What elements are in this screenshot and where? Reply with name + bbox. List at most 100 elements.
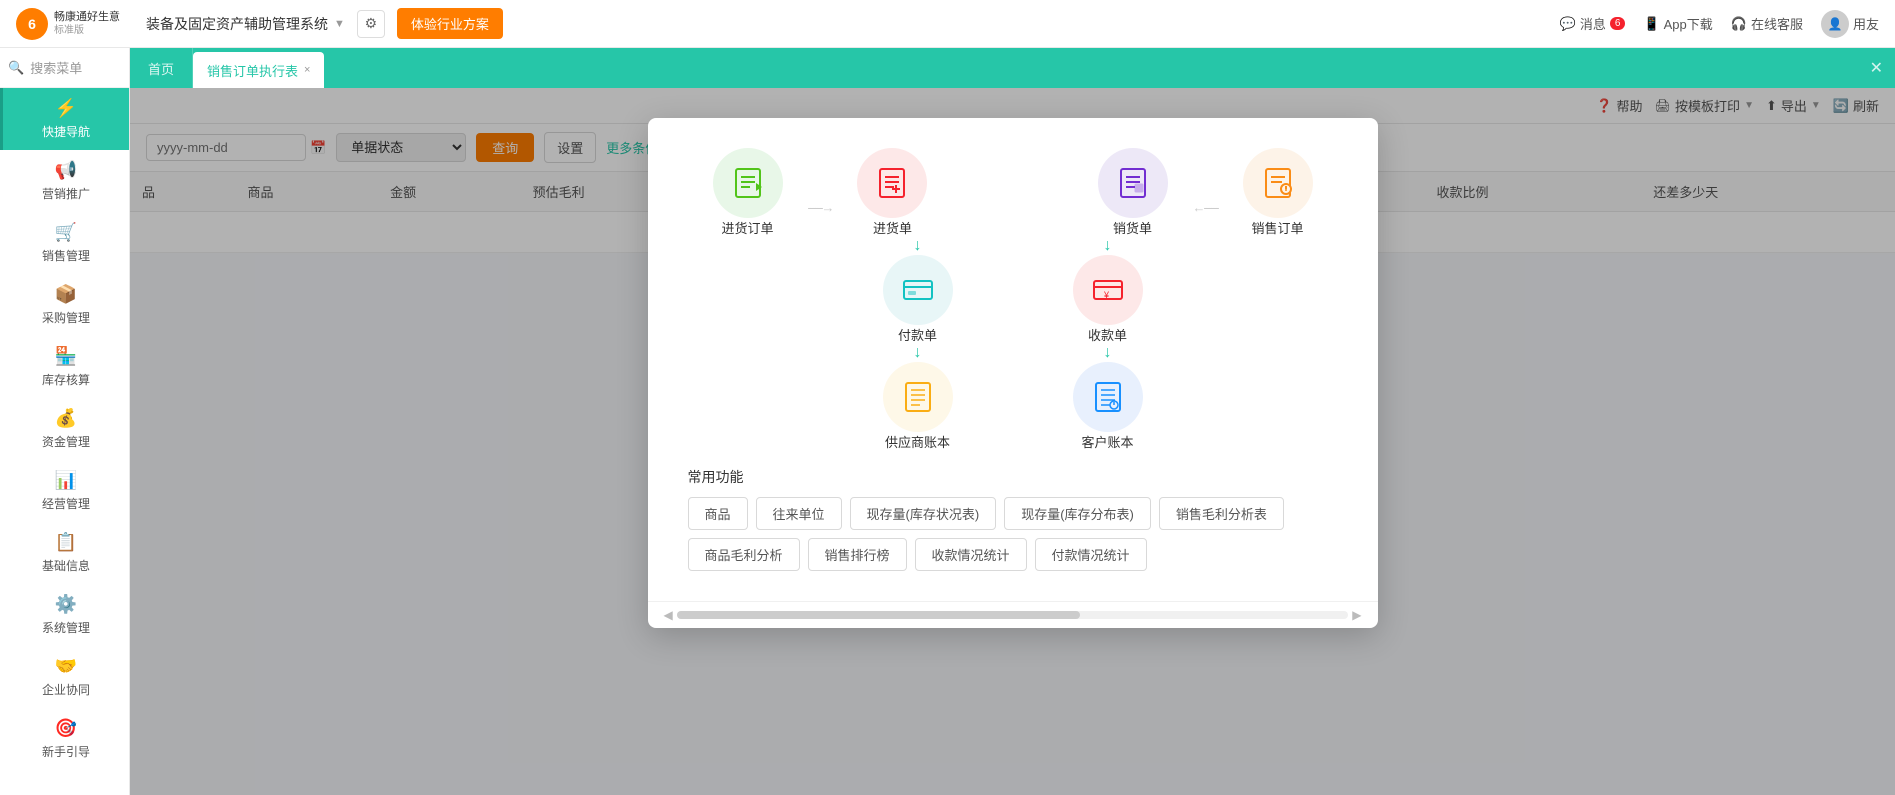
flow-modal: 进货订单 ------→ bbox=[648, 118, 1378, 628]
tab-sales-execution[interactable]: 销售订单执行表 × bbox=[193, 52, 324, 88]
tab-bar-close-button[interactable]: ✕ bbox=[1870, 58, 1883, 78]
func-btn-商品毛利分析[interactable]: 商品毛利分析 bbox=[688, 538, 800, 571]
sidebar-item-quick-nav[interactable]: ⚡ 快捷导航 bbox=[0, 88, 129, 150]
enterprise-icon: 🤝 bbox=[55, 656, 77, 677]
purchase-order-col: 进货订单 bbox=[688, 148, 808, 237]
purchase-bill-label: 进货单 bbox=[873, 218, 912, 237]
sidebar-item-operations[interactable]: 📊 经营管理 bbox=[0, 460, 129, 522]
customer-account-label: 客户账本 bbox=[1081, 432, 1133, 451]
phone-icon: 📱 bbox=[1643, 16, 1659, 32]
sb-down-arrow: ↓ bbox=[1048, 237, 1168, 255]
scrollbar-thumb bbox=[677, 611, 1080, 619]
sidebar-item-guide[interactable]: 🎯新手引导 bbox=[0, 708, 129, 770]
supplier-account-label: 供应商账本 bbox=[885, 432, 950, 451]
top-bar: 6 畅康通好生意 标准版 装备及固定资产辅助管理系统 ▼ ⚙ 体验行业方案 💬 … bbox=[0, 0, 1895, 48]
quick-nav-icon: ⚡ bbox=[55, 98, 77, 119]
pay-down-arrow: ↓ bbox=[858, 344, 978, 362]
func-btn-商品[interactable]: 商品 bbox=[688, 497, 748, 530]
sidebar-item-inventory[interactable]: 🏪库存核算 bbox=[0, 336, 129, 398]
payment-bill-icon bbox=[883, 255, 953, 325]
sidebar-item-label-purchase: 采购管理 bbox=[42, 309, 90, 326]
purchase-order-label: 进货订单 bbox=[721, 218, 773, 237]
guide-icon: 🎯 bbox=[55, 718, 77, 739]
sidebar-item-enterprise[interactable]: 🤝企业协同 bbox=[0, 646, 129, 708]
sidebar-item-system[interactable]: ⚙️系统管理 bbox=[0, 584, 129, 646]
sales-icon: 🛒 bbox=[55, 222, 77, 243]
sidebar-item-label-finance: 资金管理 bbox=[42, 433, 90, 450]
tab-home[interactable]: 首页 bbox=[130, 48, 193, 88]
rec-down-arrow: ↓ bbox=[1048, 344, 1168, 362]
app-download-button[interactable]: 📱 App下载 bbox=[1643, 14, 1712, 33]
sidebar-item-basic-info[interactable]: 📋基础信息 bbox=[0, 522, 129, 584]
sales-order-col: 销售订单 bbox=[1218, 148, 1338, 237]
logo-area: 6 畅康通好生意 标准版 bbox=[16, 8, 134, 40]
scroll-right-button[interactable]: ▶ bbox=[1352, 608, 1361, 622]
operations-icon: 📊 bbox=[55, 470, 77, 491]
func-btn-往来单位[interactable]: 往来单位 bbox=[756, 497, 842, 530]
func-btn-付款情况统计[interactable]: 付款情况统计 bbox=[1035, 538, 1147, 571]
receipt-bill-icon: ¥ bbox=[1073, 255, 1143, 325]
func-btn-现存量库存状况表[interactable]: 现存量(库存状况表) bbox=[850, 497, 997, 530]
supplier-account-col: 供应商账本 bbox=[858, 362, 978, 451]
main-area: 🔍 搜索菜单 ⚡ 快捷导航 📢营销推广 🛒 销售管理 📦 采购管理 🏪库存核算💰资金管理 📊 经营… bbox=[0, 48, 1895, 795]
experience-button[interactable]: 体验行业方案 bbox=[397, 8, 503, 39]
headset-icon: 🎧 bbox=[1731, 16, 1747, 32]
online-service-button[interactable]: 🎧 在线客服 bbox=[1731, 14, 1803, 33]
down-arrows-row2: ↓ ↓ bbox=[688, 344, 1338, 362]
purchase-bill-icon bbox=[857, 148, 927, 218]
avatar: 👤 bbox=[1821, 10, 1849, 38]
sidebar-item-label-marketing: 营销推广 bbox=[42, 185, 90, 202]
logo-icon: 6 bbox=[16, 8, 48, 40]
settings-button[interactable]: ⚙ bbox=[357, 10, 385, 38]
sidebar-item-finance[interactable]: 💰资金管理 bbox=[0, 398, 129, 460]
func-btn-现存量库存分布表[interactable]: 现存量(库存分布表) bbox=[1004, 497, 1151, 530]
basic-info-icon: 📋 bbox=[55, 532, 77, 553]
payment-receipt-row: 付款单 ¥ 收款单 bbox=[688, 255, 1338, 344]
down-arrows-row1: ↓ ↓ bbox=[688, 237, 1338, 255]
customer-account-icon bbox=[1073, 362, 1143, 432]
common-functions: 常用功能 商品往来单位现存量(库存状况表)现存量(库存分布表)销售毛利分析表商品… bbox=[688, 467, 1338, 571]
scrollbar-track[interactable] bbox=[677, 611, 1349, 619]
common-functions-title: 常用功能 bbox=[688, 467, 1338, 487]
search-menu-area[interactable]: 🔍 搜索菜单 bbox=[0, 48, 129, 88]
payment-bill-col: 付款单 bbox=[858, 255, 978, 344]
search-icon: 🔍 bbox=[8, 60, 24, 76]
user-button[interactable]: 👤 用友 bbox=[1821, 10, 1879, 38]
content-area: 首页 销售订单执行表 × ✕ ❓ 帮助 🖨 按 bbox=[130, 48, 1895, 795]
purchase-icon: 📦 bbox=[55, 284, 77, 305]
payment-bill-label: 付款单 bbox=[898, 325, 937, 344]
flow-diagram: 进货订单 ------→ bbox=[688, 148, 1338, 451]
sidebar-item-label-sales: 销售管理 bbox=[42, 247, 90, 264]
purchase-order-icon bbox=[713, 148, 783, 218]
message-icon: 💬 bbox=[1560, 16, 1576, 32]
message-button[interactable]: 💬 消息 6 bbox=[1560, 14, 1626, 33]
arrow-po-to-pb: ------→ bbox=[808, 200, 833, 215]
system-title: 装备及固定资产辅助管理系统 ▼ bbox=[146, 14, 345, 34]
sidebar-item-label-operations: 经营管理 bbox=[42, 495, 90, 512]
system-dropdown-arrow[interactable]: ▼ bbox=[334, 18, 345, 30]
sales-bill-icon bbox=[1098, 148, 1168, 218]
sidebar-item-purchase[interactable]: 📦 采购管理 bbox=[0, 274, 129, 336]
logo-text: 畅康通好生意 标准版 bbox=[54, 10, 120, 37]
receipt-bill-col: ¥ 收款单 bbox=[1048, 255, 1168, 344]
sales-order-label: 销售订单 bbox=[1251, 218, 1303, 237]
top-bar-right: 💬 消息 6 📱 App下载 🎧 在线客服 👤 用友 bbox=[1560, 10, 1879, 38]
sidebar-items: ⚡ 快捷导航 📢营销推广 🛒 销售管理 📦 采购管理 🏪库存核算💰资金管理 📊 经营管理 📋基础信息… bbox=[0, 88, 129, 770]
sidebar: 🔍 搜索菜单 ⚡ 快捷导航 📢营销推广 🛒 销售管理 📦 采购管理 🏪库存核算💰资金管理 📊 经营… bbox=[0, 48, 130, 795]
func-btn-销售毛利分析表[interactable]: 销售毛利分析表 bbox=[1159, 497, 1284, 530]
sales-bill-label: 销货单 bbox=[1113, 218, 1152, 237]
function-buttons: 商品往来单位现存量(库存状况表)现存量(库存分布表)销售毛利分析表商品毛利分析销… bbox=[688, 497, 1338, 571]
func-btn-销售排行榜[interactable]: 销售排行榜 bbox=[808, 538, 907, 571]
receipt-bill-label: 收款单 bbox=[1088, 325, 1127, 344]
sidebar-item-marketing[interactable]: 📢营销推广 bbox=[0, 150, 129, 212]
purchase-bill-col: 进货单 bbox=[832, 148, 952, 237]
modal-overlay: 进货订单 ------→ bbox=[130, 88, 1895, 795]
arrow-so-to-sb: ←------ bbox=[1193, 200, 1218, 215]
sidebar-item-label-inventory: 库存核算 bbox=[42, 371, 90, 388]
func-btn-收款情况统计[interactable]: 收款情况统计 bbox=[915, 538, 1027, 571]
scroll-left-button[interactable]: ◀ bbox=[664, 608, 673, 622]
tab-close-button[interactable]: × bbox=[304, 64, 310, 76]
sales-order-icon bbox=[1243, 148, 1313, 218]
sidebar-item-sales[interactable]: 🛒 销售管理 bbox=[0, 212, 129, 274]
sidebar-item-label-quick-nav: 快捷导航 bbox=[42, 123, 90, 140]
